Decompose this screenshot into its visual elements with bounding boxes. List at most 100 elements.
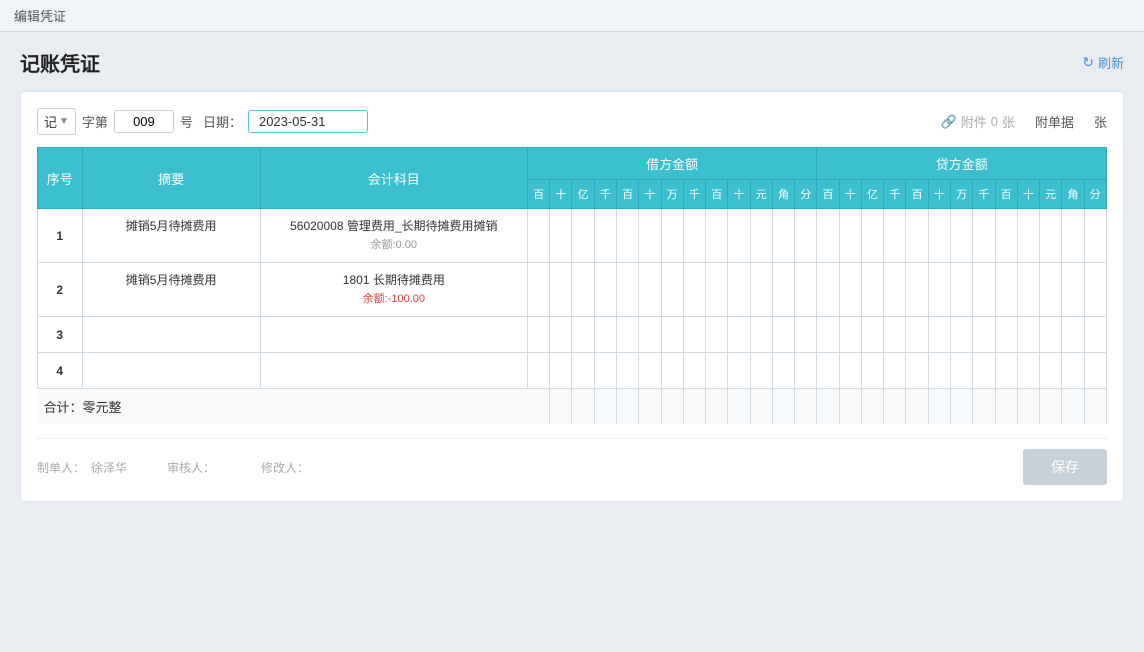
row-3-debit-6[interactable] xyxy=(661,353,683,389)
row-3-debit-12[interactable] xyxy=(795,353,817,389)
row-0-credit-10[interactable] xyxy=(1040,209,1062,263)
row-1-credit-2[interactable] xyxy=(861,263,883,317)
row-3-debit-8[interactable] xyxy=(706,353,728,389)
row-3-debit-9[interactable] xyxy=(728,353,750,389)
row-2-credit-8[interactable] xyxy=(995,317,1017,353)
row-1-debit-1[interactable] xyxy=(550,263,572,317)
row-2-debit-7[interactable] xyxy=(683,317,705,353)
row-1-credit-9[interactable] xyxy=(1017,263,1039,317)
row-3-credit-1[interactable] xyxy=(839,353,861,389)
row-2-credit-0[interactable] xyxy=(817,317,839,353)
row-2-debit-5[interactable] xyxy=(639,317,661,353)
row-1-credit-1[interactable] xyxy=(839,263,861,317)
row-2-credit-10[interactable] xyxy=(1040,317,1062,353)
row-1-debit-2[interactable] xyxy=(572,263,594,317)
row-3-credit-2[interactable] xyxy=(861,353,883,389)
row-0-debit-8[interactable] xyxy=(706,209,728,263)
row-1-credit-6[interactable] xyxy=(950,263,972,317)
row-1-debit-7[interactable] xyxy=(683,263,705,317)
row-3-credit-12[interactable] xyxy=(1084,353,1106,389)
type-select[interactable]: 记 ▼ xyxy=(37,108,76,135)
row-1-account[interactable]: 1801 长期待摊费用余额:-100.00 xyxy=(260,263,527,317)
row-1-debit-5[interactable] xyxy=(639,263,661,317)
row-1-credit-12[interactable] xyxy=(1084,263,1106,317)
row-0-account[interactable]: 56020008 管理费用_长期待摊费用摊销余额:0.00 xyxy=(260,209,527,263)
row-0-credit-2[interactable] xyxy=(861,209,883,263)
row-1-debit-0[interactable] xyxy=(527,263,549,317)
row-3-debit-11[interactable] xyxy=(772,353,794,389)
zi-input[interactable] xyxy=(114,110,174,133)
row-3-credit-4[interactable] xyxy=(906,353,928,389)
row-3-debit-5[interactable] xyxy=(639,353,661,389)
date-input[interactable] xyxy=(248,110,368,133)
row-0-debit-5[interactable] xyxy=(639,209,661,263)
row-0-debit-7[interactable] xyxy=(683,209,705,263)
row-1-debit-12[interactable] xyxy=(795,263,817,317)
row-3-debit-1[interactable] xyxy=(550,353,572,389)
row-2-credit-11[interactable] xyxy=(1062,317,1084,353)
row-3-debit-10[interactable] xyxy=(750,353,772,389)
row-0-summary[interactable]: 摊销5月待摊费用 xyxy=(82,209,260,263)
row-3-summary[interactable] xyxy=(82,353,260,389)
row-3-account[interactable] xyxy=(260,353,527,389)
row-0-debit-10[interactable] xyxy=(750,209,772,263)
row-0-debit-4[interactable] xyxy=(617,209,639,263)
row-0-credit-9[interactable] xyxy=(1017,209,1039,263)
row-2-debit-6[interactable] xyxy=(661,317,683,353)
row-2-debit-4[interactable] xyxy=(617,317,639,353)
refresh-button[interactable]: ↻ 刷新 xyxy=(1082,53,1124,72)
row-0-credit-11[interactable] xyxy=(1062,209,1084,263)
row-0-credit-4[interactable] xyxy=(906,209,928,263)
row-1-debit-6[interactable] xyxy=(661,263,683,317)
row-2-debit-10[interactable] xyxy=(750,317,772,353)
row-2-debit-3[interactable] xyxy=(594,317,616,353)
row-3-credit-5[interactable] xyxy=(928,353,950,389)
row-1-debit-3[interactable] xyxy=(594,263,616,317)
row-3-credit-9[interactable] xyxy=(1017,353,1039,389)
row-1-debit-9[interactable] xyxy=(728,263,750,317)
row-2-debit-0[interactable] xyxy=(527,317,549,353)
row-0-credit-5[interactable] xyxy=(928,209,950,263)
row-2-credit-6[interactable] xyxy=(950,317,972,353)
row-3-debit-2[interactable] xyxy=(572,353,594,389)
row-1-debit-4[interactable] xyxy=(617,263,639,317)
row-0-debit-2[interactable] xyxy=(572,209,594,263)
row-0-credit-7[interactable] xyxy=(973,209,995,263)
row-3-credit-10[interactable] xyxy=(1040,353,1062,389)
row-2-credit-7[interactable] xyxy=(973,317,995,353)
row-3-debit-3[interactable] xyxy=(594,353,616,389)
row-3-debit-7[interactable] xyxy=(683,353,705,389)
row-0-debit-6[interactable] xyxy=(661,209,683,263)
row-1-debit-8[interactable] xyxy=(706,263,728,317)
row-2-debit-8[interactable] xyxy=(706,317,728,353)
row-2-debit-2[interactable] xyxy=(572,317,594,353)
row-2-credit-1[interactable] xyxy=(839,317,861,353)
row-3-credit-7[interactable] xyxy=(973,353,995,389)
row-1-credit-7[interactable] xyxy=(973,263,995,317)
row-3-credit-3[interactable] xyxy=(884,353,906,389)
row-2-credit-9[interactable] xyxy=(1017,317,1039,353)
row-0-credit-8[interactable] xyxy=(995,209,1017,263)
row-1-credit-3[interactable] xyxy=(884,263,906,317)
row-2-credit-3[interactable] xyxy=(884,317,906,353)
row-1-credit-5[interactable] xyxy=(928,263,950,317)
row-2-credit-4[interactable] xyxy=(906,317,928,353)
row-3-credit-8[interactable] xyxy=(995,353,1017,389)
row-3-credit-11[interactable] xyxy=(1062,353,1084,389)
row-1-credit-0[interactable] xyxy=(817,263,839,317)
row-1-summary[interactable]: 摊销5月待摊费用 xyxy=(82,263,260,317)
row-0-debit-9[interactable] xyxy=(728,209,750,263)
row-0-credit-1[interactable] xyxy=(839,209,861,263)
row-2-debit-1[interactable] xyxy=(550,317,572,353)
row-1-debit-11[interactable] xyxy=(772,263,794,317)
row-2-credit-5[interactable] xyxy=(928,317,950,353)
row-2-debit-9[interactable] xyxy=(728,317,750,353)
row-3-credit-0[interactable] xyxy=(817,353,839,389)
row-1-credit-4[interactable] xyxy=(906,263,928,317)
single-ticket-button[interactable]: 附单据 xyxy=(1035,112,1074,131)
row-0-credit-3[interactable] xyxy=(884,209,906,263)
row-1-debit-10[interactable] xyxy=(750,263,772,317)
row-3-debit-4[interactable] xyxy=(617,353,639,389)
row-0-debit-0[interactable] xyxy=(527,209,549,263)
row-3-debit-0[interactable] xyxy=(527,353,549,389)
